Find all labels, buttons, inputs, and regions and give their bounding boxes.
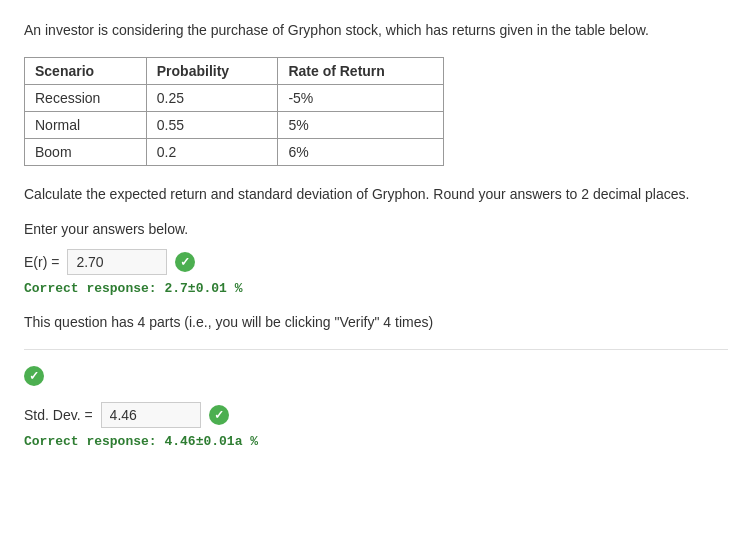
ror-boom: 6% [278, 139, 444, 166]
scenario-recession: Recession [25, 85, 147, 112]
parts-note: This question has 4 parts (i.e., you wil… [24, 312, 728, 333]
std-correct-response: Correct response: 4.46±0.01a % [24, 434, 728, 449]
table-row: Normal 0.55 5% [25, 112, 444, 139]
enter-label: Enter your answers below. [24, 221, 728, 237]
standalone-check-icon: ✓ [24, 366, 44, 386]
instruction-text: Calculate the expected return and standa… [24, 184, 728, 205]
prob-boom: 0.2 [146, 139, 278, 166]
col-scenario: Scenario [35, 63, 94, 79]
standalone-check-row: ✓ [24, 366, 728, 386]
col-probability: Probability [157, 63, 229, 79]
er-correct-response: Correct response: 2.7±0.01 % [24, 281, 728, 296]
prob-recession: 0.25 [146, 85, 278, 112]
ror-recession: -5% [278, 85, 444, 112]
er-check-icon: ✓ [175, 252, 195, 272]
er-answer-row: E(r) = ✓ [24, 249, 728, 275]
std-answer-row: Std. Dev. = ✓ [24, 402, 728, 428]
scenario-normal: Normal [25, 112, 147, 139]
std-section: Std. Dev. = ✓ Correct response: 4.46±0.0… [24, 402, 728, 449]
table-row: Boom 0.2 6% [25, 139, 444, 166]
table-row: Recession 0.25 -5% [25, 85, 444, 112]
scenario-boom: Boom [25, 139, 147, 166]
intro-text: An investor is considering the purchase … [24, 20, 728, 41]
ror-normal: 5% [278, 112, 444, 139]
returns-table: Scenario Probability Rate of Return Rece… [24, 57, 444, 166]
divider [24, 349, 728, 350]
std-label: Std. Dev. = [24, 407, 93, 423]
col-rate-of-return: Rate of Return [288, 63, 384, 79]
er-label: E(r) = [24, 254, 59, 270]
std-input[interactable] [101, 402, 201, 428]
prob-normal: 0.55 [146, 112, 278, 139]
er-input[interactable] [67, 249, 167, 275]
std-check-icon: ✓ [209, 405, 229, 425]
